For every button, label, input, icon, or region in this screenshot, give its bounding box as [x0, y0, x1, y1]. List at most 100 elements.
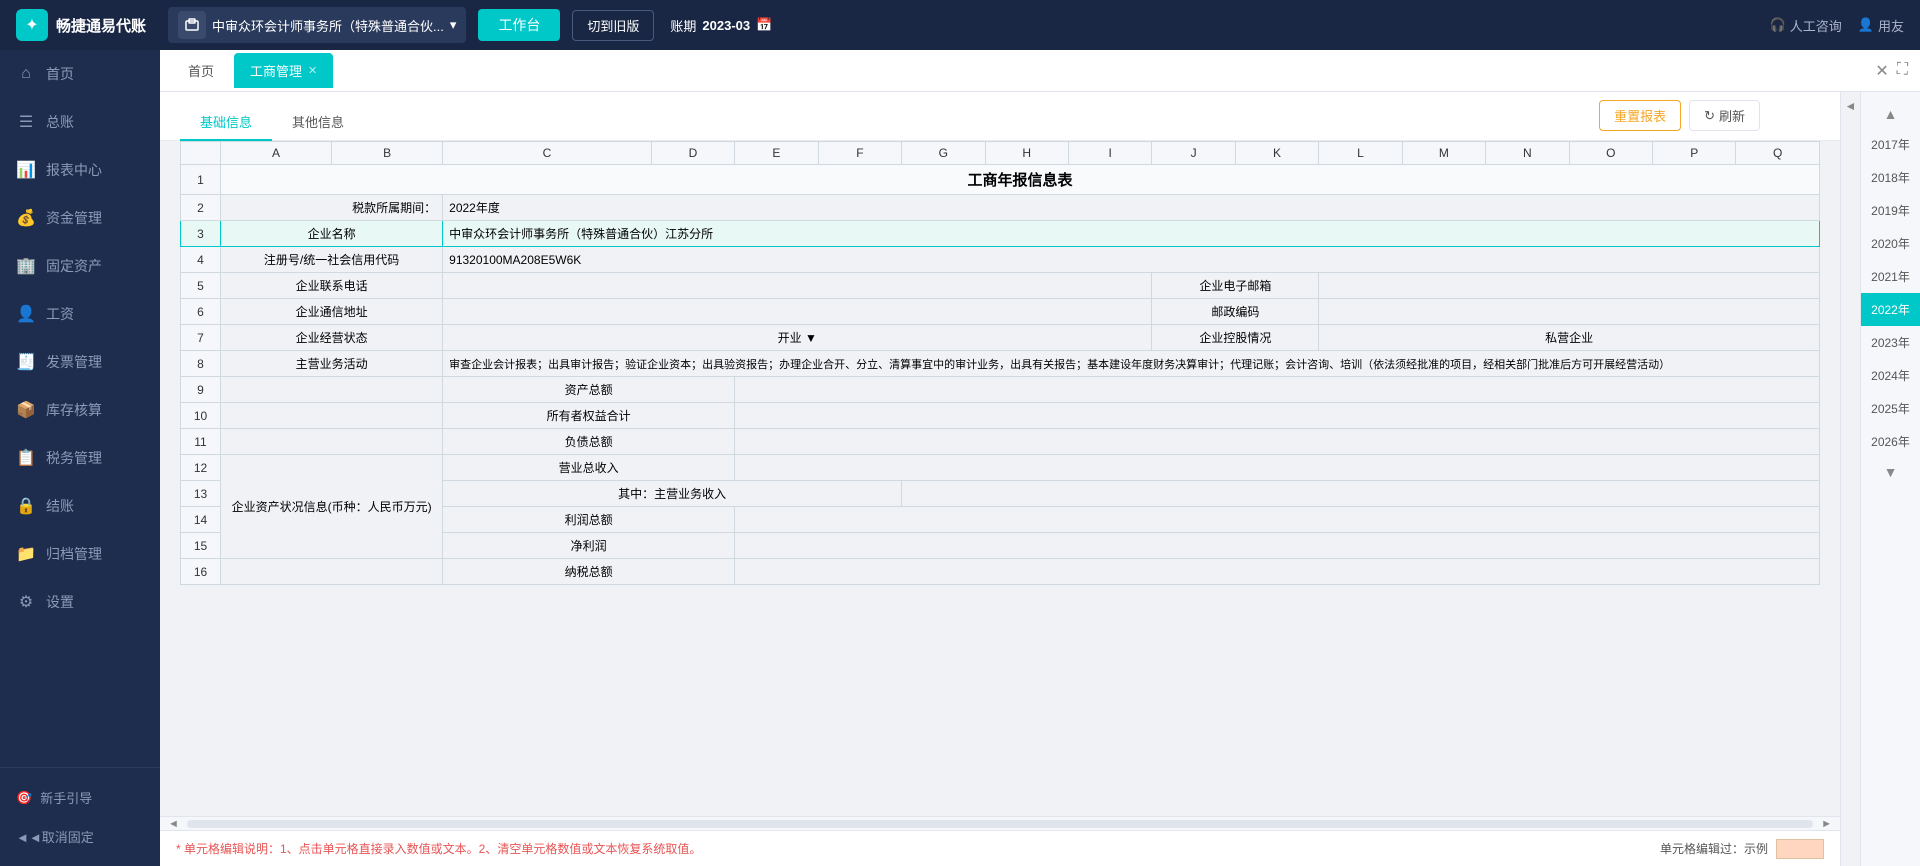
- sidebar-item-ledger[interactable]: ☰ 总账: [0, 98, 160, 146]
- sub-tab-basic[interactable]: 基础信息: [180, 104, 272, 141]
- year-item-2019[interactable]: 2019年: [1861, 194, 1920, 227]
- year-item-2021[interactable]: 2021年: [1861, 260, 1920, 293]
- year-item-2023[interactable]: 2023年: [1861, 326, 1920, 359]
- table-row: 8 主营业务活动 审查企业会计报表；出具审计报告；验证企业资本；出具验资报告；办…: [181, 351, 1820, 377]
- row-num: 15: [181, 533, 221, 559]
- sidebar-item-report[interactable]: 📊 报表中心: [0, 146, 160, 194]
- old-version-button[interactable]: 切到旧版: [572, 10, 654, 41]
- year-scroll-up[interactable]: ▲: [1861, 100, 1920, 128]
- tab-commerce[interactable]: 工商管理 ✕: [234, 53, 333, 88]
- user-area[interactable]: 👤 用友: [1858, 16, 1904, 35]
- data-cell[interactable]: 审查企业会计报表；出具审计报告；验证企业资本；出具验资报告；办理企业合开、分立、…: [443, 351, 1820, 377]
- data-cell: 企业资产状况信息(币种：人民币万元): [221, 455, 443, 559]
- scroll-track[interactable]: [187, 820, 1813, 828]
- table-row: 10 所有者权益合计: [181, 403, 1820, 429]
- row-num: 4: [181, 247, 221, 273]
- content-wrapper: 基础信息 其他信息 重置报表 ↻ 刷新: [160, 92, 1920, 866]
- new-guide[interactable]: 🎯 新手引导: [0, 778, 160, 817]
- data-cell[interactable]: [443, 299, 1152, 325]
- sidebar-item-label: 工资: [46, 304, 74, 324]
- sidebar-item-label: 发票管理: [46, 352, 102, 372]
- data-cell[interactable]: [1319, 273, 1820, 299]
- close-window-icon[interactable]: ✕: [1875, 61, 1888, 81]
- scroll-right-arrow[interactable]: ►: [1817, 818, 1836, 830]
- sidebar-item-label: 归档管理: [46, 544, 102, 564]
- consult-button[interactable]: 🎧 人工咨询: [1770, 16, 1842, 35]
- sidebar-item-inventory[interactable]: 📦 库存核算: [0, 386, 160, 434]
- data-cell[interactable]: 私营企业: [1319, 325, 1820, 351]
- left-content: 基础信息 其他信息 重置报表 ↻ 刷新: [160, 92, 1840, 866]
- year-item-2018[interactable]: 2018年: [1861, 161, 1920, 194]
- sub-tab-other[interactable]: 其他信息: [272, 104, 364, 141]
- scroll-left-arrow[interactable]: ◄: [164, 818, 183, 830]
- sidebar-item-invoice[interactable]: 🧾 发票管理: [0, 338, 160, 386]
- title-cell[interactable]: 工商年报信息表: [221, 165, 1820, 195]
- year-item-2017[interactable]: 2017年: [1861, 128, 1920, 161]
- sidebar-item-label: 税务管理: [46, 448, 102, 468]
- row-num: 14: [181, 507, 221, 533]
- sidebar-item-home[interactable]: ⌂ 首页: [0, 50, 160, 98]
- row-num: 2: [181, 195, 221, 221]
- header-right: 🎧 人工咨询 👤 用友: [1770, 16, 1904, 35]
- cancel-pin-button[interactable]: ◄◄取消固定: [0, 817, 160, 856]
- data-cell[interactable]: [443, 273, 1152, 299]
- data-cell[interactable]: [735, 455, 1820, 481]
- data-cell[interactable]: 2022年度: [443, 195, 1820, 221]
- sidebar-item-finance[interactable]: 💰 资金管理: [0, 194, 160, 242]
- sidebar-item-salary[interactable]: 👤 工资: [0, 290, 160, 338]
- data-cell[interactable]: [735, 507, 1820, 533]
- row-num: 7: [181, 325, 221, 351]
- col-header-f: F: [818, 142, 901, 165]
- year-item-2022[interactable]: 2022年: [1861, 293, 1920, 326]
- table-row: 12 企业资产状况信息(币种：人民币万元) 营业总收入: [181, 455, 1820, 481]
- sidebar-item-tax[interactable]: 📋 税务管理: [0, 434, 160, 482]
- company-selector[interactable]: 中审众环会计师事务所（特殊普通合伙... ▾: [168, 7, 466, 43]
- finance-icon: 💰: [16, 208, 36, 228]
- tab-close-icon[interactable]: ✕: [308, 64, 317, 77]
- data-cell[interactable]: 91320100MA208E5W6K: [443, 247, 1820, 273]
- toolbar: 重置报表 ↻ 刷新: [1599, 100, 1760, 131]
- user-icon: 👤: [1858, 17, 1874, 33]
- data-cell[interactable]: [735, 403, 1820, 429]
- data-cell[interactable]: 中审众环会计师事务所（特殊普通合伙）江苏分所: [443, 221, 1820, 247]
- edit-sample: 单元格编辑过：示例: [1660, 839, 1824, 859]
- sample-cell: [1776, 839, 1824, 859]
- close-period-icon: 🔒: [16, 496, 36, 516]
- chevron-down-icon: ▾: [450, 17, 457, 33]
- data-cell: 税款所属期间：: [221, 195, 443, 221]
- tab-home[interactable]: 首页: [172, 53, 230, 88]
- company-icon: [178, 11, 206, 39]
- sidebar-item-archive[interactable]: 📁 归档管理: [0, 530, 160, 578]
- table-area[interactable]: A B C D E F G H I J K L: [160, 141, 1840, 816]
- data-cell[interactable]: [735, 559, 1820, 585]
- row-num: 8: [181, 351, 221, 377]
- horizontal-scrollbar[interactable]: ◄ ►: [160, 816, 1840, 830]
- workbench-button[interactable]: 工作台: [478, 9, 560, 41]
- sidebar-item-assets[interactable]: 🏢 固定资产: [0, 242, 160, 290]
- year-item-2025[interactable]: 2025年: [1861, 392, 1920, 425]
- year-item-2024[interactable]: 2024年: [1861, 359, 1920, 392]
- calendar-icon[interactable]: 📅: [756, 17, 772, 33]
- tax-icon: 📋: [16, 448, 36, 468]
- data-cell[interactable]: [735, 377, 1820, 403]
- reset-button[interactable]: 重置报表: [1599, 100, 1681, 131]
- sub-tabs-area: 基础信息 其他信息 重置报表 ↻ 刷新: [160, 92, 1840, 141]
- year-scroll-down[interactable]: ▼: [1861, 458, 1920, 486]
- year-item-2020[interactable]: 2020年: [1861, 227, 1920, 260]
- sidebar-item-close[interactable]: 🔒 结账: [0, 482, 160, 530]
- data-cell[interactable]: [735, 429, 1820, 455]
- period-label: 账期: [670, 16, 696, 35]
- data-cell[interactable]: [1319, 299, 1820, 325]
- tab-home-label: 首页: [188, 61, 214, 80]
- data-cell[interactable]: 开业 ▼: [443, 325, 1152, 351]
- expand-window-icon[interactable]: ⛶: [1897, 61, 1908, 81]
- refresh-button[interactable]: ↻ 刷新: [1689, 100, 1760, 131]
- data-cell[interactable]: [902, 481, 1820, 507]
- sidebar-item-settings[interactable]: ⚙ 设置: [0, 578, 160, 626]
- sidebar-scroll: ⌂ 首页 ☰ 总账 📊 报表中心 💰 资金管理 🏢 固定资产 👤 工资: [0, 50, 160, 767]
- year-item-2026[interactable]: 2026年: [1861, 425, 1920, 458]
- collapse-button[interactable]: ◄: [1841, 96, 1861, 116]
- col-header-e: E: [735, 142, 818, 165]
- data-cell: 企业名称: [221, 221, 443, 247]
- data-cell[interactable]: [735, 533, 1820, 559]
